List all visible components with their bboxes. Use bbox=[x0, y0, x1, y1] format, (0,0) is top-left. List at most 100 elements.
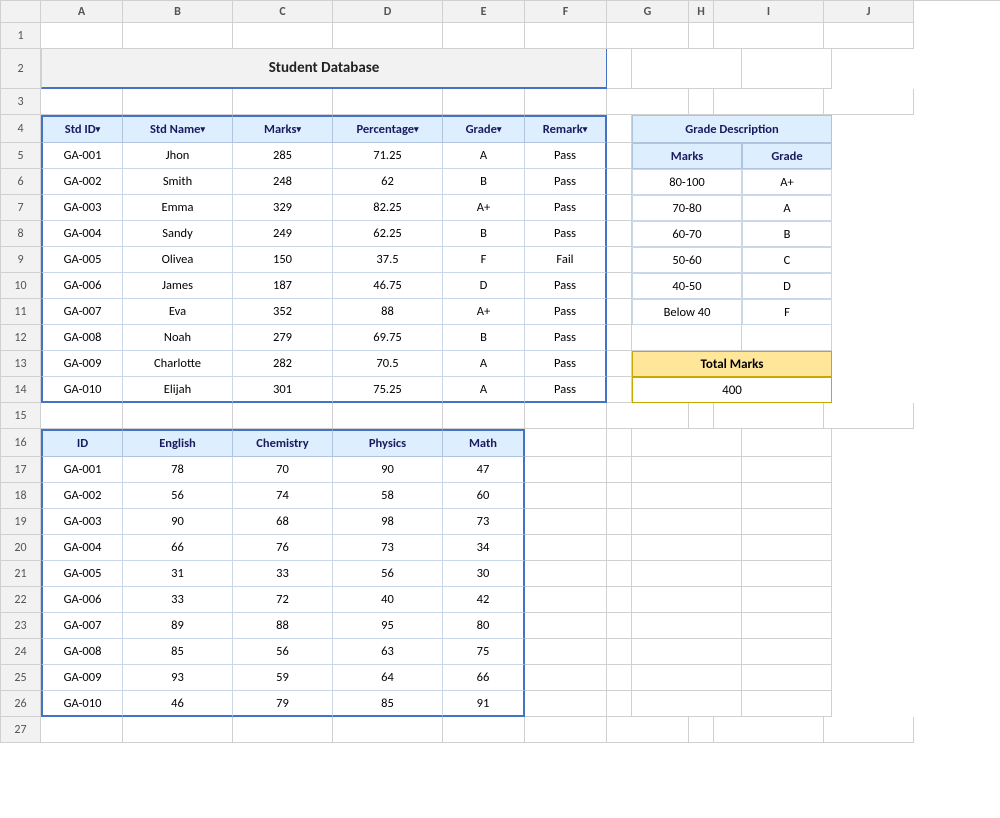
cell-a15 bbox=[41, 403, 123, 429]
cell-h7 bbox=[607, 195, 632, 221]
cell-d3 bbox=[333, 89, 443, 115]
row-8: 8 bbox=[1, 221, 41, 247]
row-4: 4 bbox=[1, 115, 41, 143]
row-20: 20 bbox=[1, 535, 41, 561]
cell-h4 bbox=[607, 115, 632, 143]
subj-header-chemistry: Chemistry bbox=[233, 429, 333, 457]
cell-d10: 187 bbox=[233, 273, 333, 299]
cell-i12 bbox=[632, 325, 742, 351]
grade-data-j8: B bbox=[742, 221, 832, 247]
cell-f8: B bbox=[443, 221, 525, 247]
row-10: 10 bbox=[1, 273, 41, 299]
row-6: 6 bbox=[1, 169, 41, 195]
subj-r0-math: 47 bbox=[443, 457, 525, 483]
cell-j2 bbox=[742, 49, 832, 89]
subj-r1-id: GA-002 bbox=[41, 483, 123, 509]
row-15: 15 bbox=[1, 403, 41, 429]
grade-data-j7: A bbox=[742, 195, 832, 221]
cell-e1 bbox=[443, 23, 525, 49]
cell-h15 bbox=[689, 403, 714, 429]
cell-b11: GA-007 bbox=[41, 299, 123, 325]
cell-c1 bbox=[233, 23, 333, 49]
subj-header-id: ID bbox=[41, 429, 123, 457]
cell-c14: Elijah bbox=[123, 377, 233, 403]
cell-e13: 70.5 bbox=[333, 351, 443, 377]
header-std-id: Std ID ▾ bbox=[41, 115, 123, 143]
cell-b10: GA-006 bbox=[41, 273, 123, 299]
header-remark: Remark ▾ bbox=[525, 115, 607, 143]
cell-a3 bbox=[41, 89, 123, 115]
cell-e15 bbox=[443, 403, 525, 429]
grade-data-i11: Below 40 bbox=[632, 299, 742, 325]
grade-data-i10: 40-50 bbox=[632, 273, 742, 299]
cell-h16 bbox=[607, 429, 632, 457]
cell-d14: 301 bbox=[233, 377, 333, 403]
cell-c9: Olivea bbox=[123, 247, 233, 273]
col-h: H bbox=[689, 1, 714, 23]
cell-f6: B bbox=[443, 169, 525, 195]
cell-d13: 282 bbox=[233, 351, 333, 377]
cell-c7: Emma bbox=[123, 195, 233, 221]
cell-c5: Jhon bbox=[123, 143, 233, 169]
row-5: 5 bbox=[1, 143, 41, 169]
row-11: 11 bbox=[1, 299, 41, 325]
row-13: 13 bbox=[1, 351, 41, 377]
cell-e11: 88 bbox=[333, 299, 443, 325]
grade-header-grade: Grade bbox=[742, 143, 832, 169]
cell-b1 bbox=[123, 23, 233, 49]
cell-f9: F bbox=[443, 247, 525, 273]
cell-f10: D bbox=[443, 273, 525, 299]
cell-e6: 62 bbox=[333, 169, 443, 195]
cell-h12 bbox=[607, 325, 632, 351]
grade-data-j6: A+ bbox=[742, 169, 832, 195]
cell-d5: 285 bbox=[233, 143, 333, 169]
cell-f11: A+ bbox=[443, 299, 525, 325]
cell-d6: 248 bbox=[233, 169, 333, 195]
cell-j15 bbox=[824, 403, 914, 429]
cell-e5: 71.25 bbox=[333, 143, 443, 169]
cell-g10: Pass bbox=[525, 273, 607, 299]
col-j: J bbox=[824, 1, 914, 23]
header-grade: Grade ▾ bbox=[443, 115, 525, 143]
cell-h2 bbox=[607, 49, 632, 89]
cell-c8: Sandy bbox=[123, 221, 233, 247]
cell-d11: 352 bbox=[233, 299, 333, 325]
cell-h9 bbox=[607, 247, 632, 273]
col-g: G bbox=[607, 1, 689, 23]
cell-b13: GA-009 bbox=[41, 351, 123, 377]
row-22: 22 bbox=[1, 587, 41, 613]
total-marks-value: 400 bbox=[632, 377, 832, 403]
cell-b6: GA-002 bbox=[41, 169, 123, 195]
cell-e3 bbox=[443, 89, 525, 115]
cell-f12: B bbox=[443, 325, 525, 351]
grade-data-j9: C bbox=[742, 247, 832, 273]
cell-h1 bbox=[689, 23, 714, 49]
cell-j3 bbox=[824, 89, 914, 115]
subj-r0-chem: 70 bbox=[233, 457, 333, 483]
cell-g9: Fail bbox=[525, 247, 607, 273]
cell-g12: Pass bbox=[525, 325, 607, 351]
cell-c10: James bbox=[123, 273, 233, 299]
cell-h5 bbox=[607, 143, 632, 169]
col-i: I bbox=[714, 1, 824, 23]
col-b: B bbox=[123, 1, 233, 23]
cell-c15 bbox=[233, 403, 333, 429]
cell-f7: A+ bbox=[443, 195, 525, 221]
grade-data-j11: F bbox=[742, 299, 832, 325]
row-14: 14 bbox=[1, 377, 41, 403]
cell-b7: GA-003 bbox=[41, 195, 123, 221]
header-percentage: Percentage ▾ bbox=[333, 115, 443, 143]
subj-header-english: English bbox=[123, 429, 233, 457]
row-3: 3 bbox=[1, 89, 41, 115]
cell-j12 bbox=[742, 325, 832, 351]
col-e: E bbox=[443, 1, 525, 23]
subj-r0-id: GA-001 bbox=[41, 457, 123, 483]
cell-i16 bbox=[632, 429, 742, 457]
subj-header-math: Math bbox=[443, 429, 525, 457]
row-25: 25 bbox=[1, 665, 41, 691]
row-9: 9 bbox=[1, 247, 41, 273]
cell-d7: 329 bbox=[233, 195, 333, 221]
grade-data-i9: 50-60 bbox=[632, 247, 742, 273]
cell-f3 bbox=[525, 89, 607, 115]
cell-i2 bbox=[632, 49, 742, 89]
